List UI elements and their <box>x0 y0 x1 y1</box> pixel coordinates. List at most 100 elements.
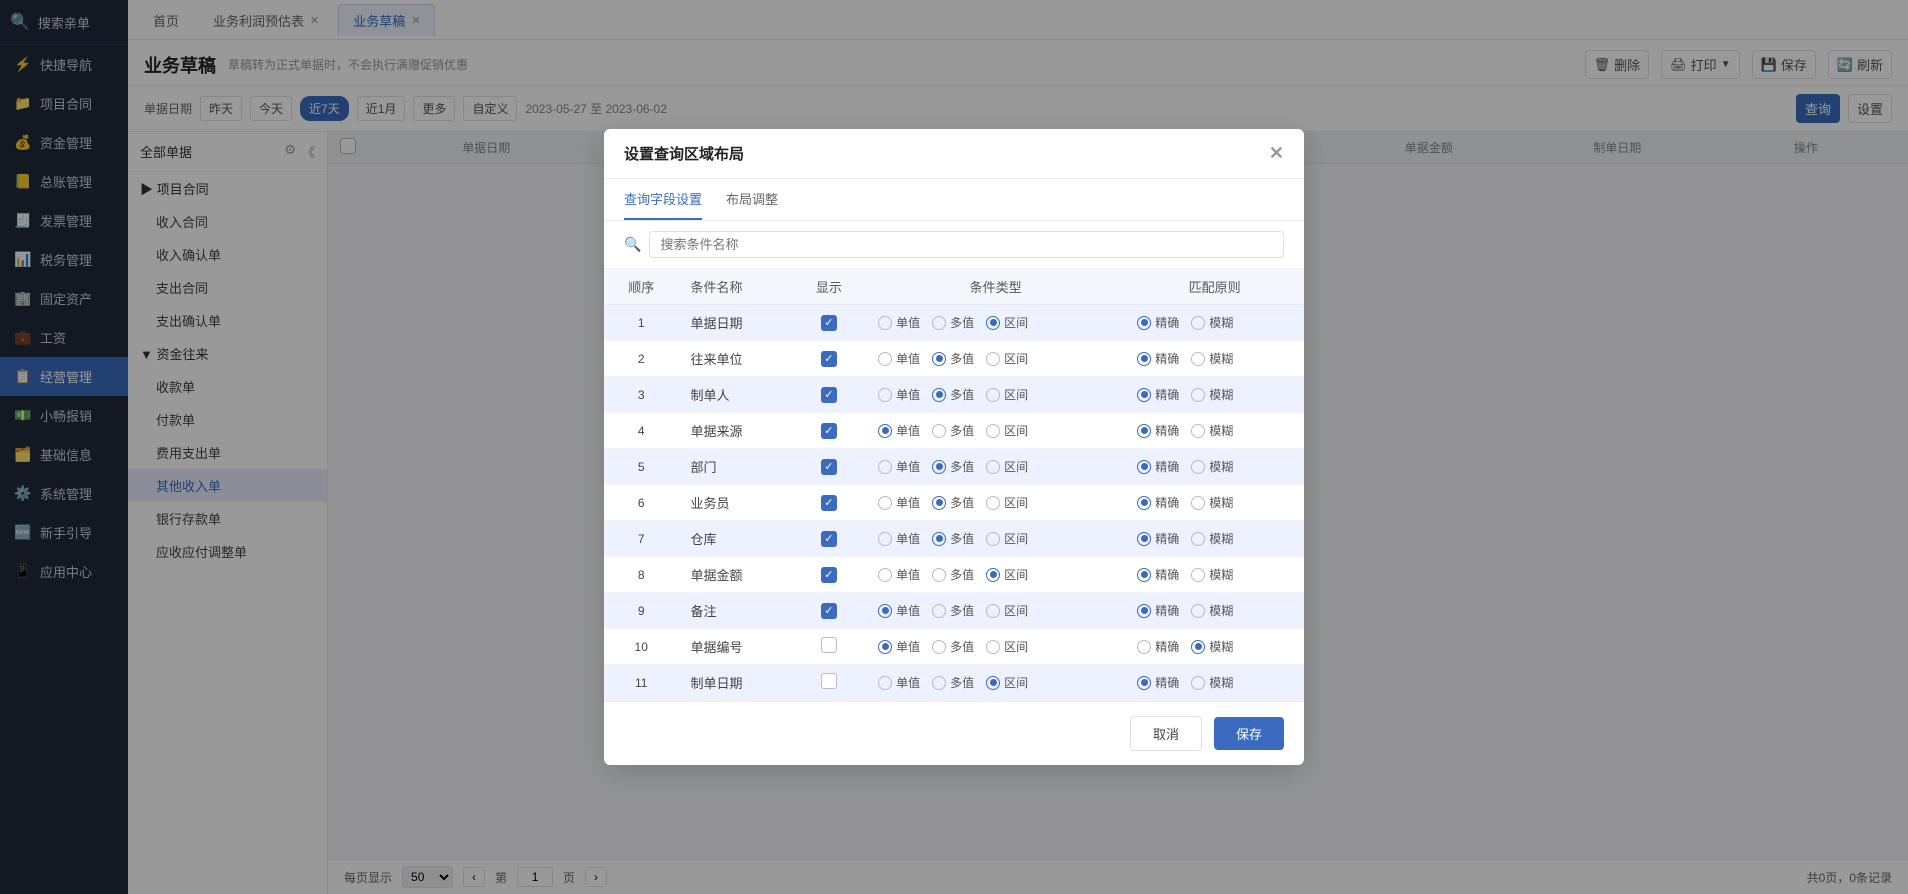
radio-rule-精确-label[interactable]: 精确 <box>1137 674 1179 691</box>
radio-rule-模糊-label[interactable]: 模糊 <box>1191 638 1233 655</box>
radio-单值-label[interactable]: 单值 <box>878 458 920 475</box>
radio-单值-1[interactable] <box>878 316 892 330</box>
radio-单值-label[interactable]: 单值 <box>878 602 920 619</box>
radio-区间-label[interactable]: 区间 <box>986 602 1028 619</box>
radio-单值-5[interactable] <box>878 460 892 474</box>
radio-区间-label[interactable]: 区间 <box>986 386 1028 403</box>
radio-区间-5[interactable] <box>986 460 1000 474</box>
radio-多值-6[interactable] <box>932 496 946 510</box>
radio-单值-label[interactable]: 单值 <box>878 386 920 403</box>
radio-rule-模糊-label[interactable]: 模糊 <box>1191 386 1233 403</box>
radio-多值-label[interactable]: 多值 <box>932 386 974 403</box>
radio-单值-label[interactable]: 单值 <box>878 422 920 439</box>
radio-rule-精确-label[interactable]: 精确 <box>1137 458 1179 475</box>
radio-单值-6[interactable] <box>878 496 892 510</box>
display-checkbox-4[interactable]: ✓ <box>821 423 837 439</box>
radio-区间-6[interactable] <box>986 496 1000 510</box>
radio-单值-11[interactable] <box>878 676 892 690</box>
radio-多值-label[interactable]: 多值 <box>932 602 974 619</box>
radio-rule-模糊-label[interactable]: 模糊 <box>1191 350 1233 367</box>
radio-单值-label[interactable]: 单值 <box>878 314 920 331</box>
radio-单值-label[interactable]: 单值 <box>878 530 920 547</box>
radio-区间-label[interactable]: 区间 <box>986 458 1028 475</box>
radio-多值-10[interactable] <box>932 640 946 654</box>
radio-rule-模糊-3[interactable] <box>1191 388 1205 402</box>
display-checkbox-11[interactable] <box>821 673 837 689</box>
display-checkbox-9[interactable]: ✓ <box>821 603 837 619</box>
radio-多值-1[interactable] <box>932 316 946 330</box>
radio-rule-模糊-label[interactable]: 模糊 <box>1191 530 1233 547</box>
cell-display[interactable]: ✓ <box>792 593 866 629</box>
radio-rule-模糊-4[interactable] <box>1191 424 1205 438</box>
radio-rule-精确-2[interactable] <box>1137 352 1151 366</box>
radio-rule-精确-label[interactable]: 精确 <box>1137 566 1179 583</box>
radio-区间-2[interactable] <box>986 352 1000 366</box>
radio-单值-10[interactable] <box>878 640 892 654</box>
radio-区间-4[interactable] <box>986 424 1000 438</box>
radio-多值-label[interactable]: 多值 <box>932 566 974 583</box>
radio-rule-精确-3[interactable] <box>1137 388 1151 402</box>
radio-单值-label[interactable]: 单值 <box>878 638 920 655</box>
radio-rule-精确-label[interactable]: 精确 <box>1137 350 1179 367</box>
radio-单值-8[interactable] <box>878 568 892 582</box>
radio-rule-模糊-5[interactable] <box>1191 460 1205 474</box>
display-checkbox-5[interactable]: ✓ <box>821 459 837 475</box>
radio-单值-7[interactable] <box>878 532 892 546</box>
radio-多值-label[interactable]: 多值 <box>932 530 974 547</box>
radio-单值-2[interactable] <box>878 352 892 366</box>
modal-search-input[interactable] <box>649 231 1284 258</box>
radio-rule-精确-label[interactable]: 精确 <box>1137 422 1179 439</box>
display-checkbox-3[interactable]: ✓ <box>821 387 837 403</box>
radio-区间-label[interactable]: 区间 <box>986 350 1028 367</box>
display-checkbox-10[interactable] <box>821 637 837 653</box>
radio-多值-label[interactable]: 多值 <box>932 638 974 655</box>
radio-rule-模糊-label[interactable]: 模糊 <box>1191 458 1233 475</box>
radio-rule-精确-label[interactable]: 精确 <box>1137 386 1179 403</box>
radio-rule-模糊-label[interactable]: 模糊 <box>1191 602 1233 619</box>
radio-rule-模糊-9[interactable] <box>1191 604 1205 618</box>
radio-多值-4[interactable] <box>932 424 946 438</box>
radio-多值-label[interactable]: 多值 <box>932 494 974 511</box>
radio-多值-5[interactable] <box>932 460 946 474</box>
cell-display[interactable]: ✓ <box>792 449 866 485</box>
radio-区间-label[interactable]: 区间 <box>986 530 1028 547</box>
cell-display[interactable]: ✓ <box>792 341 866 377</box>
radio-多值-3[interactable] <box>932 388 946 402</box>
radio-区间-10[interactable] <box>986 640 1000 654</box>
cell-display[interactable] <box>792 665 866 701</box>
cell-display[interactable] <box>792 629 866 665</box>
radio-rule-精确-label[interactable]: 精确 <box>1137 638 1179 655</box>
radio-区间-label[interactable]: 区间 <box>986 314 1028 331</box>
cell-display[interactable]: ✓ <box>792 557 866 593</box>
radio-rule-精确-11[interactable] <box>1137 676 1151 690</box>
display-checkbox-8[interactable]: ✓ <box>821 567 837 583</box>
cell-display[interactable]: ✓ <box>792 377 866 413</box>
radio-rule-模糊-10[interactable] <box>1191 640 1205 654</box>
radio-单值-3[interactable] <box>878 388 892 402</box>
radio-区间-label[interactable]: 区间 <box>986 566 1028 583</box>
radio-rule-精确-1[interactable] <box>1137 316 1151 330</box>
radio-多值-label[interactable]: 多值 <box>932 674 974 691</box>
cancel-button[interactable]: 取消 <box>1130 716 1202 751</box>
radio-多值-9[interactable] <box>932 604 946 618</box>
display-checkbox-2[interactable]: ✓ <box>821 351 837 367</box>
cell-display[interactable]: ✓ <box>792 413 866 449</box>
radio-rule-模糊-label[interactable]: 模糊 <box>1191 314 1233 331</box>
radio-rule-精确-10[interactable] <box>1137 640 1151 654</box>
radio-多值-2[interactable] <box>932 352 946 366</box>
modal-tab-field-settings[interactable]: 查询字段设置 <box>624 179 702 220</box>
radio-rule-模糊-label[interactable]: 模糊 <box>1191 674 1233 691</box>
radio-rule-精确-label[interactable]: 精确 <box>1137 314 1179 331</box>
radio-多值-label[interactable]: 多值 <box>932 422 974 439</box>
cell-display[interactable]: ✓ <box>792 485 866 521</box>
radio-单值-label[interactable]: 单值 <box>878 674 920 691</box>
radio-rule-精确-label[interactable]: 精确 <box>1137 494 1179 511</box>
radio-rule-精确-7[interactable] <box>1137 532 1151 546</box>
radio-区间-3[interactable] <box>986 388 1000 402</box>
radio-区间-8[interactable] <box>986 568 1000 582</box>
radio-区间-11[interactable] <box>986 676 1000 690</box>
radio-多值-label[interactable]: 多值 <box>932 458 974 475</box>
radio-多值-7[interactable] <box>932 532 946 546</box>
radio-rule-精确-label[interactable]: 精确 <box>1137 602 1179 619</box>
radio-多值-label[interactable]: 多值 <box>932 314 974 331</box>
